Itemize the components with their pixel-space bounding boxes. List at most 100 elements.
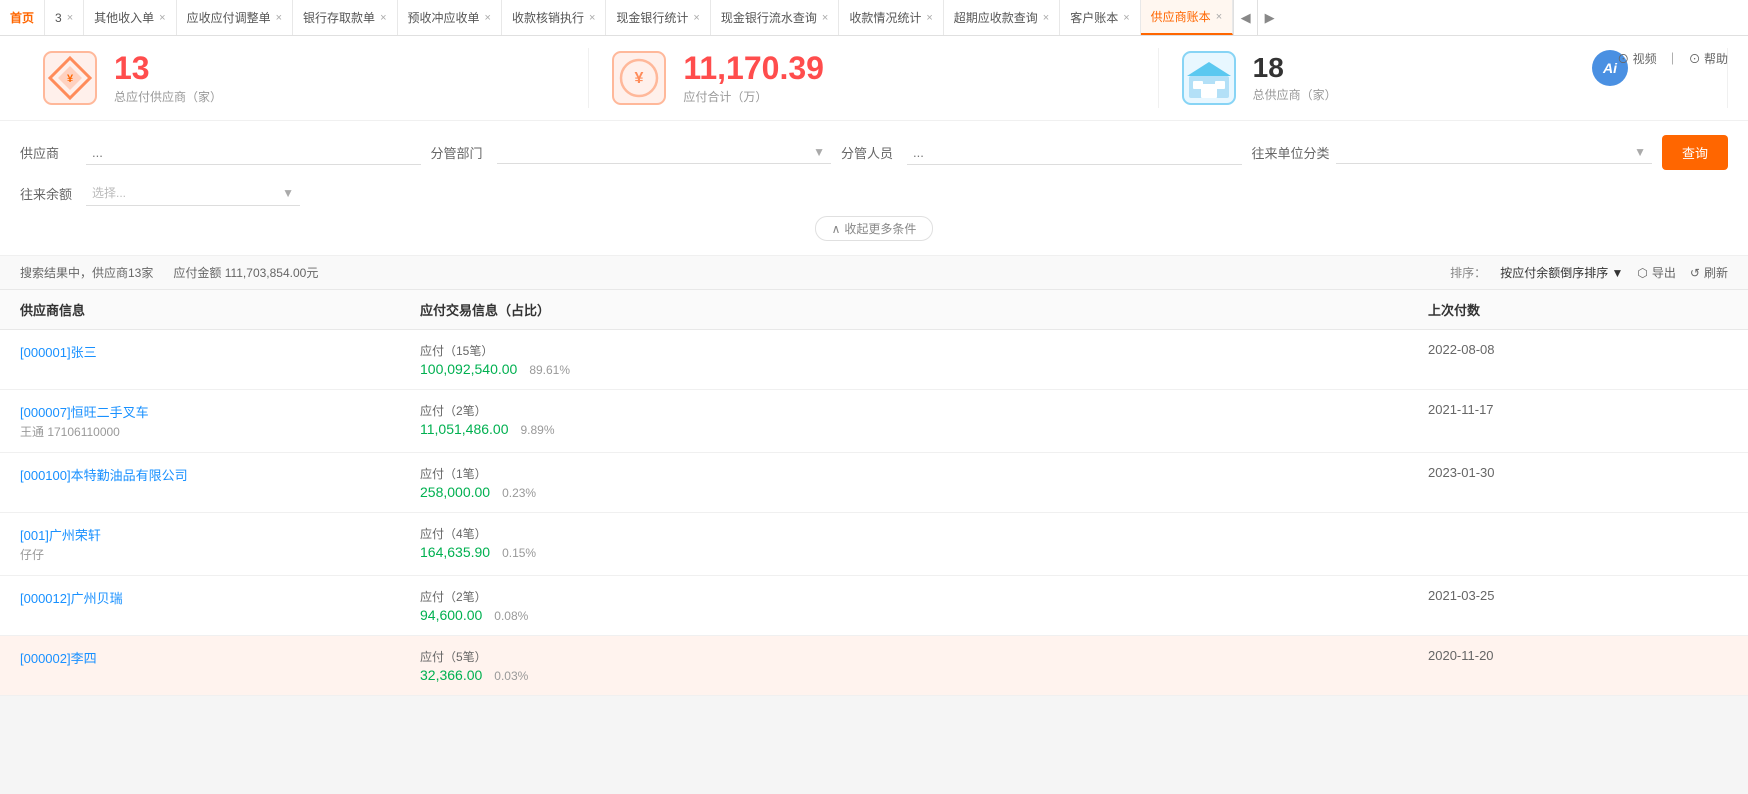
nav-next-arrow[interactable]: ▶ xyxy=(1257,0,1281,35)
tx-amount-6: 32,366.00 xyxy=(420,667,482,683)
tx-pct-2: 9.89% xyxy=(521,423,555,437)
balance-dropdown-arrow: ▼ xyxy=(282,186,294,200)
refresh-icon: ↺ xyxy=(1690,266,1700,280)
supplier-link-3[interactable]: [000100]本特勤油品有限公司 xyxy=(20,468,188,483)
supplier-link-1[interactable]: [000001]张三 xyxy=(20,345,97,360)
nav-tab-other-income[interactable]: 其他收入单 × xyxy=(84,0,176,35)
tx-pct-5: 0.08% xyxy=(494,609,528,623)
supplier-sub-4: 仔仔 xyxy=(20,546,420,563)
nav-tab-cash-bank-flow[interactable]: 现金银行流水查询 × xyxy=(711,0,839,35)
stat-info-1: 13 总应付供应商（家） xyxy=(114,52,222,105)
tx-label-2: 应付（2笔） xyxy=(420,402,1428,419)
tx-info-4: 应付（4笔） 164,635.90 0.15% xyxy=(420,525,1428,560)
customer-ledger-label: 客户账本 xyxy=(1070,9,1118,26)
supplier-link-2[interactable]: [000007]恒旺二手叉车 xyxy=(20,405,149,420)
table-row-inner-1: [000001]张三 应付（15笔） 100,092,540.00 89.61%… xyxy=(0,330,1748,389)
payment-verify-label: 收款核销执行 xyxy=(512,9,584,26)
collapse-button[interactable]: ∧ 收起更多条件 xyxy=(815,216,934,241)
refresh-button[interactable]: ↺ 刷新 xyxy=(1690,264,1728,281)
supplier-input[interactable] xyxy=(86,141,421,165)
close-cash-bank-flow[interactable]: × xyxy=(822,12,828,24)
sort-value[interactable]: 按应付余额倒序排序 ▼ xyxy=(1500,264,1623,281)
export-icon: ⬡ xyxy=(1637,266,1647,280)
nav-tab-bank-deposit[interactable]: 银行存取款单 × xyxy=(293,0,397,35)
supplier-ledger-label: 供应商账本 xyxy=(1151,8,1211,25)
query-button[interactable]: 查询 xyxy=(1662,135,1728,170)
sort-label: 排序： xyxy=(1450,264,1486,281)
tx-info-1: 应付（15笔） 100,092,540.00 89.61% xyxy=(420,342,1428,377)
stat-info-3: 18 总供应商（家） xyxy=(1253,54,1337,103)
balance-select[interactable]: 选择... ▼ xyxy=(86,180,300,206)
close-payment-stats[interactable]: × xyxy=(926,12,932,24)
stat-label-1: 总应付供应商（家） xyxy=(114,88,222,105)
stat-label-2: 应付合计（万） xyxy=(683,88,824,105)
close-prepaid-ar[interactable]: × xyxy=(485,12,491,24)
payable-total-icon: ¥ xyxy=(609,48,669,108)
help-link[interactable]: ⊙ 帮助 xyxy=(1689,50,1728,67)
payment-stats-label: 收款情况统计 xyxy=(849,9,921,26)
tx-amount-3: 258,000.00 xyxy=(420,484,490,500)
filter-row-2: 往来余额 选择... ▼ xyxy=(20,180,1728,206)
ar-ap-adjust-label: 应收应付调整单 xyxy=(187,9,271,26)
table-row-inner-5: [000012]广州贝瑞 应付（2笔） 94,600.00 0.08% 2021… xyxy=(0,576,1748,635)
nav-tab-3[interactable]: 3 × xyxy=(45,0,84,35)
tx-label-1: 应付（15笔） xyxy=(420,342,1428,359)
separator: ｜ xyxy=(1667,50,1679,67)
nav-tab-cash-bank-stats[interactable]: 现金银行统计 × xyxy=(606,0,710,35)
dept-dropdown-arrow: ▼ xyxy=(813,145,825,159)
table-row: [000002]李四 应付（5笔） 32,366.00 0.03% 2020-1… xyxy=(0,636,1748,696)
header-supplier: 供应商信息 xyxy=(20,300,420,319)
category-dropdown-arrow: ▼ xyxy=(1634,145,1646,159)
table-row-inner-4: [001]广州荣轩 仔仔 应付（4笔） 164,635.90 0.15% xyxy=(0,513,1748,575)
supplier-info-3: [000100]本特勤油品有限公司 xyxy=(20,465,420,484)
close-other-income[interactable]: × xyxy=(159,12,165,24)
stat-label-3: 总供应商（家） xyxy=(1253,86,1337,103)
collapse-label: 收起更多条件 xyxy=(844,220,916,237)
tx-info-6: 应付（5笔） 32,366.00 0.03% xyxy=(420,648,1428,683)
nav-tab-supplier-ledger[interactable]: 供应商账本 × xyxy=(1141,0,1233,35)
nav-prev-arrow[interactable]: ◀ xyxy=(1233,0,1257,35)
cash-bank-flow-label: 现金银行流水查询 xyxy=(721,9,817,26)
close-overdue-ar[interactable]: × xyxy=(1043,12,1049,24)
svg-text:¥: ¥ xyxy=(67,73,74,85)
stat-number-1: 13 xyxy=(114,52,222,84)
nav-tab-payment-verify[interactable]: 收款核销执行 × xyxy=(502,0,606,35)
nav-tab-prepaid-ar[interactable]: 预收冲应收单 × xyxy=(398,0,502,35)
person-input[interactable] xyxy=(907,141,1242,165)
export-button[interactable]: ⬡ 导出 xyxy=(1637,264,1676,281)
nav-tab-overdue-ar[interactable]: 超期应收款查询 × xyxy=(944,0,1060,35)
supplier-filter-label: 供应商 xyxy=(20,143,80,162)
close-cash-bank-stats[interactable]: × xyxy=(693,12,699,24)
table-row-inner-3: [000100]本特勤油品有限公司 应付（1笔） 258,000.00 0.23… xyxy=(0,453,1748,512)
close-payment-verify[interactable]: × xyxy=(589,12,595,24)
header-last-payment: 上次付数 xyxy=(1428,300,1728,319)
video-link[interactable]: ⊙ 视频 xyxy=(1617,50,1656,67)
close-bank-deposit[interactable]: × xyxy=(380,12,386,24)
stat-info-2: 11,170.39 应付合计（万） xyxy=(683,52,824,105)
filter-dept: 分管部门 ▼ xyxy=(431,141,832,164)
dept-select[interactable]: ▼ xyxy=(497,141,832,164)
supplier-count: 搜索结果中，供应商13家 xyxy=(20,264,153,281)
table-row: [000007]恒旺二手叉车 王通 17106110000 应付（2笔） 11,… xyxy=(0,390,1748,453)
supplier-info-6: [000002]李四 xyxy=(20,648,420,667)
table-row: [000012]广州贝瑞 应付（2笔） 94,600.00 0.08% 2021… xyxy=(0,576,1748,636)
filter-category: 往来单位分类 ▼ xyxy=(1252,141,1653,164)
nav-tab-customer-ledger[interactable]: 客户账本 × xyxy=(1060,0,1140,35)
supplier-sub-2: 王通 17106110000 xyxy=(20,423,420,440)
category-select[interactable]: ▼ xyxy=(1336,141,1652,164)
category-filter-label: 往来单位分类 xyxy=(1252,143,1330,162)
nav-tab-payment-stats[interactable]: 收款情况统计 × xyxy=(839,0,943,35)
balance-filter-label: 往来余额 xyxy=(20,184,80,203)
tx-label-6: 应付（5笔） xyxy=(420,648,1428,665)
close-customer-ledger[interactable]: × xyxy=(1123,12,1129,24)
supplier-link-4[interactable]: [001]广州荣轩 xyxy=(20,528,101,543)
supplier-link-6[interactable]: [000002]李四 xyxy=(20,651,97,666)
filter-row-1: 供应商 分管部门 ▼ 分管人员 往来单位分类 ▼ 查询 xyxy=(20,135,1728,170)
close-tab-3[interactable]: × xyxy=(67,12,73,24)
supplier-link-5[interactable]: [000012]广州贝瑞 xyxy=(20,591,123,606)
close-ar-ap-adjust[interactable]: × xyxy=(276,12,282,24)
nav-tab-ar-ap-adjust[interactable]: 应收应付调整单 × xyxy=(177,0,293,35)
tx-info-2: 应付（2笔） 11,051,486.00 9.89% xyxy=(420,402,1428,437)
nav-tab-home[interactable]: 首页 xyxy=(0,0,45,35)
close-supplier-ledger[interactable]: × xyxy=(1216,11,1222,23)
